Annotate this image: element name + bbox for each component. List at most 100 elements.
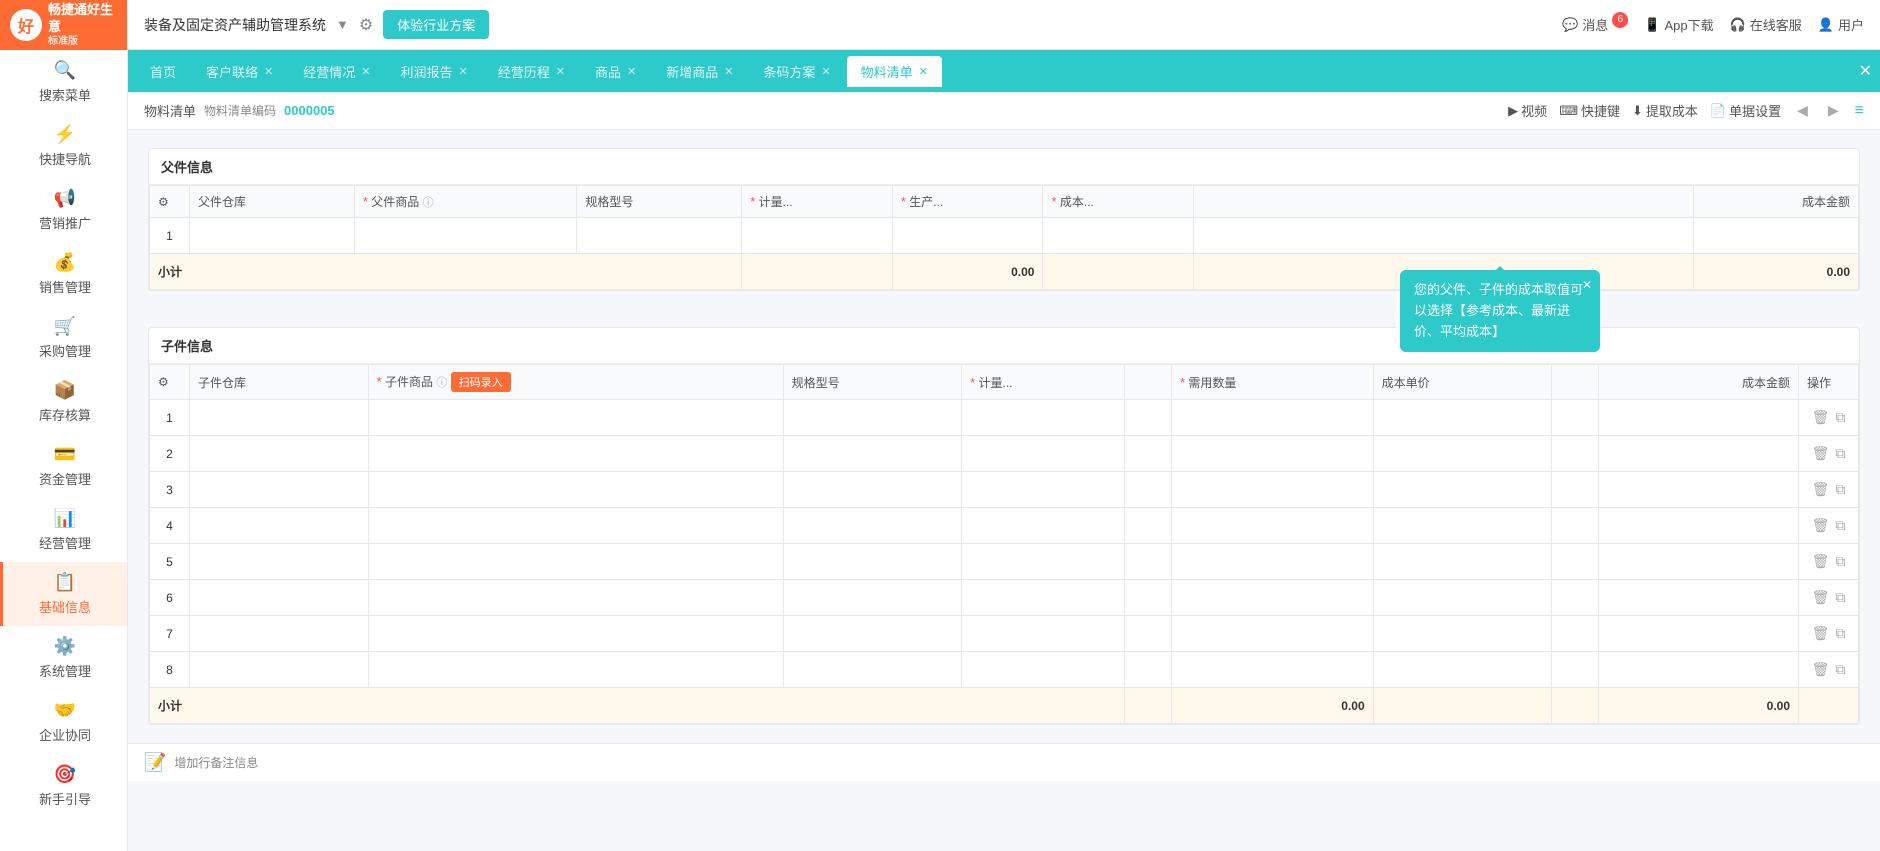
single-settings-btn[interactable]: 📄 单据设置: [1710, 101, 1781, 120]
child-goods-3[interactable]: [368, 472, 783, 508]
tab-history[interactable]: 经营历程 ✕: [484, 56, 579, 87]
child-goods-6[interactable]: [368, 580, 783, 616]
child-unit-7[interactable]: [962, 616, 1125, 652]
tooltip-close-icon[interactable]: ✕: [1582, 276, 1592, 295]
child-goods-2[interactable]: [368, 436, 783, 472]
child-goods-4[interactable]: [368, 508, 783, 544]
sidebar-item-finance[interactable]: 💳 资金管理: [0, 434, 127, 498]
child-spec-8[interactable]: [783, 652, 962, 688]
child-qty-1[interactable]: [1172, 400, 1374, 436]
copy-icon[interactable]: ⧉: [1835, 553, 1845, 570]
child-spec-6[interactable]: [783, 580, 962, 616]
sidebar-item-search[interactable]: 🔍 搜索菜单: [0, 50, 127, 114]
sidebar-item-purchase[interactable]: 🛒 采购管理: [0, 306, 127, 370]
child-goods-1[interactable]: [368, 400, 783, 436]
parent-spec-cell[interactable]: [577, 218, 742, 254]
add-row-icon[interactable]: 📝: [144, 752, 166, 773]
tab-close-icon[interactable]: ✕: [919, 65, 928, 78]
sidebar-item-system[interactable]: ⚙️ 系统管理: [0, 626, 127, 690]
child-unit-5[interactable]: [962, 544, 1125, 580]
delete-icon[interactable]: 🗑: [1812, 553, 1830, 570]
child-price-2[interactable]: [1373, 436, 1552, 472]
copy-icon[interactable]: ⧉: [1835, 625, 1845, 642]
child-goods-7[interactable]: [368, 616, 783, 652]
sidebar-item-inventory[interactable]: 📦 库存核算: [0, 370, 127, 434]
parent-goods-cell[interactable]: [354, 218, 576, 254]
sidebar-item-marketing[interactable]: 📢 营销推广: [0, 178, 127, 242]
copy-icon[interactable]: ⧉: [1835, 661, 1845, 678]
tab-close-icon[interactable]: ✕: [361, 65, 370, 78]
copy-icon[interactable]: ⧉: [1835, 517, 1845, 534]
parent-unit-cell[interactable]: [742, 218, 893, 254]
tab-close-icon[interactable]: ✕: [556, 65, 565, 78]
child-price-5[interactable]: [1373, 544, 1552, 580]
child-goods-8[interactable]: [368, 652, 783, 688]
child-goods-5[interactable]: [368, 544, 783, 580]
parent-warehouse-cell[interactable]: [190, 218, 355, 254]
child-qty-7[interactable]: [1172, 616, 1374, 652]
sidebar-item-enterprise[interactable]: 🤝 企业协同: [0, 690, 127, 754]
child-qty-6[interactable]: [1172, 580, 1374, 616]
child-price-1[interactable]: [1373, 400, 1552, 436]
child-unit-3[interactable]: [962, 472, 1125, 508]
delete-icon[interactable]: 🗑: [1812, 445, 1830, 462]
add-row-text[interactable]: 增加行备注信息: [174, 754, 258, 771]
copy-icon[interactable]: ⧉: [1835, 445, 1845, 462]
child-price-8[interactable]: [1373, 652, 1552, 688]
child-spec-1[interactable]: [783, 400, 962, 436]
copy-icon[interactable]: ⧉: [1835, 409, 1845, 426]
sidebar-item-guide[interactable]: 🎯 新手引导: [0, 754, 127, 818]
trial-button[interactable]: 体验行业方案: [383, 10, 489, 39]
child-spec-5[interactable]: [783, 544, 962, 580]
child-spec-7[interactable]: [783, 616, 962, 652]
tab-close-icon[interactable]: ✕: [264, 65, 273, 78]
tab-close-icon[interactable]: ✕: [459, 65, 468, 78]
child-warehouse-1[interactable]: [190, 400, 369, 436]
child-spec-3[interactable]: [783, 472, 962, 508]
tab-new-goods[interactable]: 新增商品 ✕: [652, 56, 747, 87]
view-btn[interactable]: ▶ 视频: [1508, 101, 1547, 120]
child-warehouse-7[interactable]: [190, 616, 369, 652]
tab-home[interactable]: 首页: [136, 56, 190, 87]
sidebar-item-operations[interactable]: 📊 经营管理: [0, 498, 127, 562]
next-arrow-icon[interactable]: ▶: [1824, 100, 1843, 121]
user-item[interactable]: 👤 用户: [1818, 15, 1864, 34]
delete-icon[interactable]: 🗑: [1812, 661, 1830, 678]
child-qty-4[interactable]: [1172, 508, 1374, 544]
child-price-7[interactable]: [1373, 616, 1552, 652]
parent-col-settings[interactable]: ⚙: [150, 186, 190, 218]
child-unit-6[interactable]: [962, 580, 1125, 616]
child-warehouse-5[interactable]: [190, 544, 369, 580]
child-warehouse-3[interactable]: [190, 472, 369, 508]
scan-button[interactable]: 扫码录入: [451, 372, 511, 392]
child-warehouse-6[interactable]: [190, 580, 369, 616]
child-price-4[interactable]: [1373, 508, 1552, 544]
sidebar-item-nav[interactable]: ⚡ 快捷导航: [0, 114, 127, 178]
extract-cost-btn[interactable]: ⬇ 提取成本: [1632, 101, 1698, 120]
tab-operations[interactable]: 经营情况 ✕: [289, 56, 384, 87]
grid-view-icon[interactable]: ≡: [1855, 102, 1864, 120]
prev-arrow-icon[interactable]: ◀: [1793, 100, 1812, 121]
close-all-tabs-icon[interactable]: ✕: [1859, 61, 1872, 81]
parent-produce-cell[interactable]: [892, 218, 1043, 254]
sidebar-item-sales[interactable]: 💰 销售管理: [0, 242, 127, 306]
child-unit-2[interactable]: [962, 436, 1125, 472]
settings-icon[interactable]: ⚙: [359, 15, 373, 35]
child-warehouse-8[interactable]: [190, 652, 369, 688]
parent-cost-cell[interactable]: [1043, 218, 1194, 254]
child-warehouse-2[interactable]: [190, 436, 369, 472]
delete-icon[interactable]: 🗑: [1812, 481, 1830, 498]
child-price-6[interactable]: [1373, 580, 1552, 616]
child-unit-4[interactable]: [962, 508, 1125, 544]
shortcut-btn[interactable]: ⌨ 快捷键: [1559, 101, 1620, 120]
child-qty-5[interactable]: [1172, 544, 1374, 580]
child-qty-3[interactable]: [1172, 472, 1374, 508]
system-dropdown-icon[interactable]: ▼: [336, 17, 349, 32]
app-download-item[interactable]: 📱 App下载: [1644, 15, 1713, 34]
child-qty-2[interactable]: [1172, 436, 1374, 472]
delete-icon[interactable]: 🗑: [1812, 589, 1830, 606]
breadcrumb-item1[interactable]: 物料清单: [144, 101, 196, 120]
child-qty-8[interactable]: [1172, 652, 1374, 688]
tab-close-icon[interactable]: ✕: [627, 65, 636, 78]
delete-icon[interactable]: 🗑: [1812, 517, 1830, 534]
